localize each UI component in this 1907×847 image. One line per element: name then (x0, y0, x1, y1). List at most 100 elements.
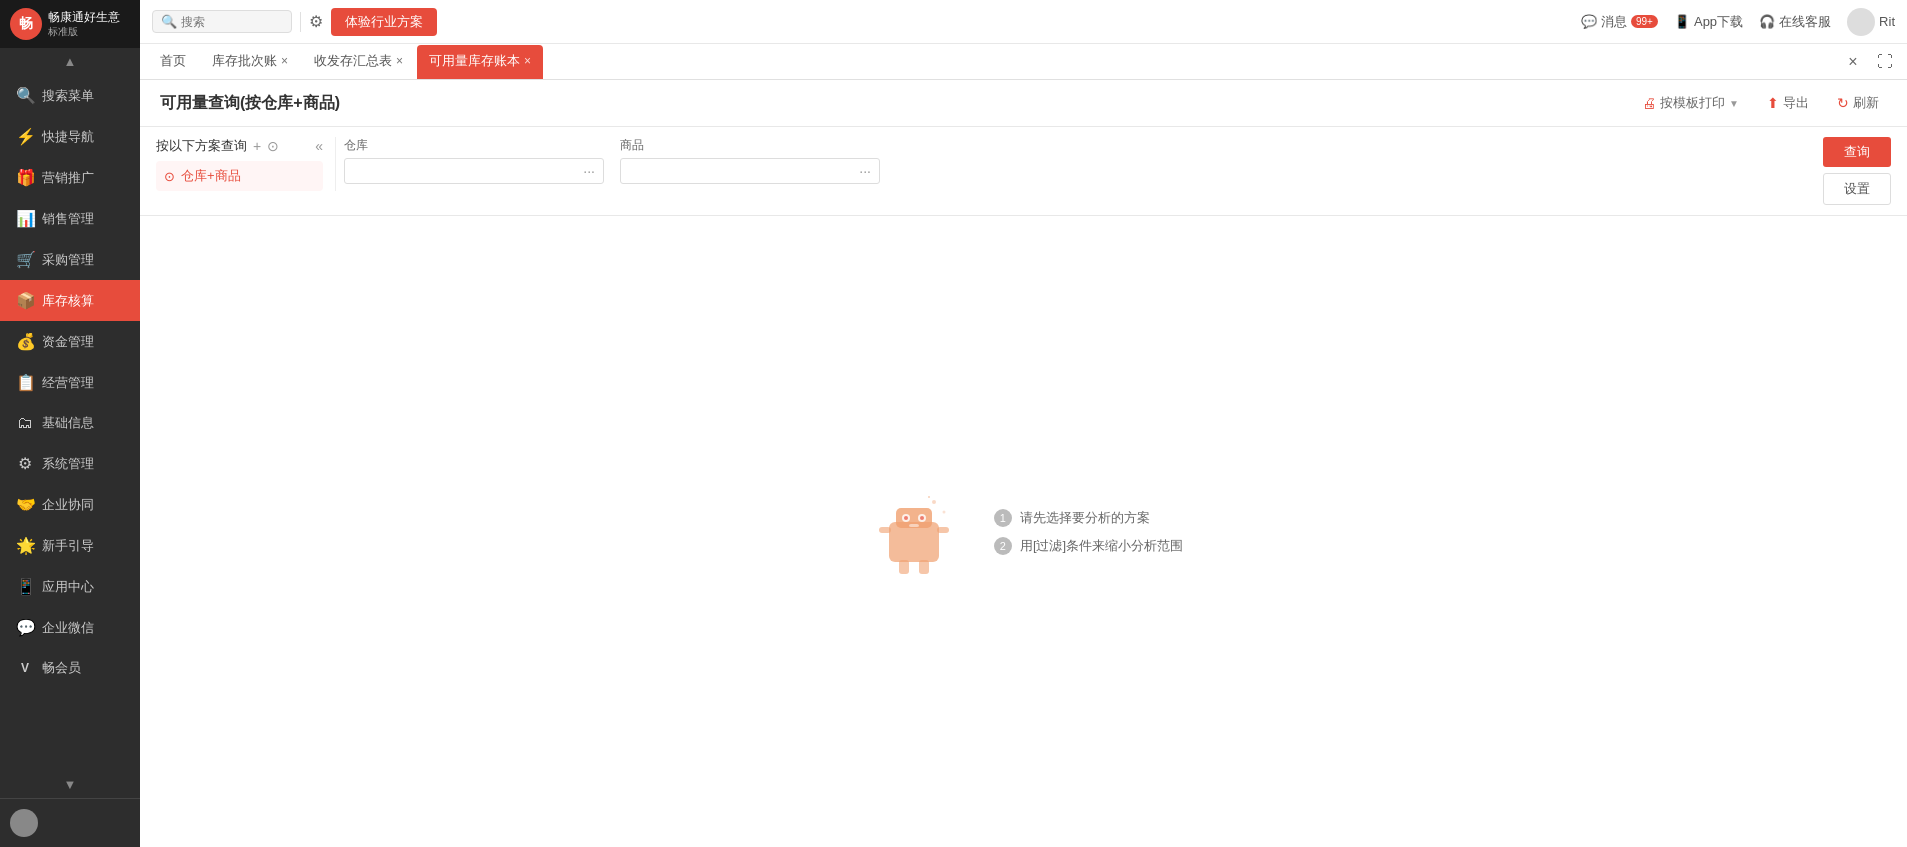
sidebar-scroll-down[interactable]: ▼ (0, 771, 140, 798)
template-print-button[interactable]: 🖨 按模板打印 ▼ (1634, 90, 1747, 116)
app-download-button[interactable]: 📱 App下载 (1674, 13, 1743, 31)
topbar-gear-icon[interactable]: ⚙ (309, 12, 323, 31)
product-more-icon[interactable]: ··· (859, 163, 871, 179)
system-icon: ⚙ (16, 454, 34, 473)
svg-rect-10 (919, 560, 929, 574)
sidebar-item-basic[interactable]: 🗂 基础信息 (0, 403, 140, 443)
topbar-right: 💬 消息 99+ 📱 App下载 🎧 在线客服 Rit (1581, 8, 1895, 36)
template-print-chevron: ▼ (1729, 98, 1739, 109)
sidebar-item-inventory[interactable]: 📦 库存核算 (0, 280, 140, 321)
sidebar-label-sales: 销售管理 (42, 210, 94, 228)
user-avatar (1847, 8, 1875, 36)
tab-batch-account[interactable]: 库存批次账 × (200, 45, 300, 79)
tab-batch-account-close[interactable]: × (281, 54, 288, 68)
app-download-label: App下载 (1694, 13, 1743, 31)
collapse-panel-icon[interactable]: « (315, 138, 323, 154)
sidebar-item-finance[interactable]: 💰 资金管理 (0, 321, 140, 362)
sidebar-item-search[interactable]: 🔍 搜索菜单 (0, 75, 140, 116)
sidebar-label-guide: 新手引导 (42, 537, 94, 555)
sidebar-item-sales[interactable]: 📊 销售管理 (0, 198, 140, 239)
shortcut-icon: ⚡ (16, 127, 34, 146)
filter-settings-button[interactable]: 设置 (1823, 173, 1891, 205)
tab-available-ledger-label: 可用量库存账本 (429, 52, 520, 70)
settings-scheme-icon[interactable]: ⊙ (267, 138, 279, 154)
online-service-label: 在线客服 (1779, 13, 1831, 31)
online-service-button[interactable]: 🎧 在线客服 (1759, 13, 1831, 31)
marketing-icon: 🎁 (16, 168, 34, 187)
app-download-icon: 📱 (1674, 14, 1690, 29)
empty-state: 1 请先选择要分析的方案 2 用[过滤]条件来缩小分析范围 (140, 216, 1907, 847)
empty-tip-1: 1 请先选择要分析的方案 (994, 509, 1183, 527)
sidebar-item-enterprise[interactable]: 🤝 企业协同 (0, 484, 140, 525)
user-menu[interactable]: Rit (1847, 8, 1895, 36)
warehouse-input[interactable] (353, 164, 579, 179)
message-icon: 💬 (1581, 14, 1597, 29)
trial-button[interactable]: 体验行业方案 (331, 8, 437, 36)
topbar-search-input[interactable] (181, 15, 281, 29)
sidebar-item-wechat[interactable]: 💬 企业微信 (0, 607, 140, 648)
sidebar-item-system[interactable]: ⚙ 系统管理 (0, 443, 140, 484)
empty-tip-2: 2 用[过滤]条件来缩小分析范围 (994, 537, 1183, 555)
tab-home[interactable]: 首页 (148, 45, 198, 79)
scheme-label: 按以下方案查询 + ⊙ « (156, 137, 323, 155)
sales-icon: 📊 (16, 209, 34, 228)
empty-robot-illustration (864, 482, 964, 582)
product-field-input-container: ··· (620, 158, 880, 184)
message-button[interactable]: 💬 消息 99+ (1581, 13, 1658, 31)
tip-num-1: 1 (994, 509, 1012, 527)
warehouse-field-label: 仓库 (344, 137, 604, 154)
sidebar-item-app-center[interactable]: 📱 应用中心 (0, 566, 140, 607)
tab-available-ledger[interactable]: 可用量库存账本 × (417, 45, 543, 79)
sidebar-item-guide[interactable]: 🌟 新手引导 (0, 525, 140, 566)
sidebar-label-inventory: 库存核算 (42, 292, 94, 310)
app-name: 畅康通好生意 (48, 10, 120, 26)
basic-icon: 🗂 (16, 414, 34, 432)
scheme-item-icon: ⊙ (164, 169, 175, 184)
member-icon: V (16, 661, 34, 675)
tip-text-1: 请先选择要分析的方案 (1020, 509, 1150, 527)
enterprise-icon: 🤝 (16, 495, 34, 514)
scheme-label-text: 按以下方案查询 (156, 137, 247, 155)
tab-collect-summary-close[interactable]: × (396, 54, 403, 68)
product-field-label: 商品 (620, 137, 880, 154)
sidebar-footer[interactable] (0, 798, 140, 847)
sidebar-user-avatar (10, 809, 38, 837)
sidebar-nav: 🔍 搜索菜单 ⚡ 快捷导航 🎁 营销推广 📊 销售管理 🛒 采购管理 📦 库存核… (0, 75, 140, 771)
tip-num-2: 2 (994, 537, 1012, 555)
svg-rect-7 (879, 527, 891, 533)
sidebar-item-purchase[interactable]: 🛒 采购管理 (0, 239, 140, 280)
export-button[interactable]: ⬆ 导出 (1759, 90, 1817, 116)
query-button[interactable]: 查询 (1823, 137, 1891, 167)
warehouse-more-icon[interactable]: ··· (583, 163, 595, 179)
purchase-icon: 🛒 (16, 250, 34, 269)
svg-point-4 (904, 516, 908, 520)
sidebar-label-app-center: 应用中心 (42, 578, 94, 596)
sidebar: 畅 畅康通好生意 标准版 ▲ 🔍 搜索菜单 ⚡ 快捷导航 🎁 营销推广 📊 销售… (0, 0, 140, 847)
product-input[interactable] (629, 164, 855, 179)
sidebar-label-shortcut: 快捷导航 (42, 128, 94, 146)
export-label: 导出 (1783, 94, 1809, 112)
tab-collect-summary[interactable]: 收发存汇总表 × (302, 45, 415, 79)
tabs-bar: 首页 库存批次账 × 收发存汇总表 × 可用量库存账本 × × ⛶ (140, 44, 1907, 80)
svg-rect-6 (909, 524, 919, 527)
topbar-search-icon: 🔍 (161, 14, 177, 29)
sidebar-scroll-up[interactable]: ▲ (0, 48, 140, 75)
tabs-close-all-button[interactable]: × (1839, 48, 1867, 76)
sidebar-header: 畅 畅康通好生意 标准版 (0, 0, 140, 48)
tab-collect-summary-label: 收发存汇总表 (314, 52, 392, 70)
scheme-item-warehouse-product[interactable]: ⊙ 仓库+商品 (156, 161, 323, 191)
sidebar-label-member: 畅会员 (42, 659, 81, 677)
template-print-label: 按模板打印 (1660, 94, 1725, 112)
tab-available-ledger-close[interactable]: × (524, 54, 531, 68)
sidebar-item-member[interactable]: V 畅会员 (0, 648, 140, 688)
empty-tips: 1 请先选择要分析的方案 2 用[过滤]条件来缩小分析范围 (994, 509, 1183, 555)
filter-fields: 仓库 ··· 商品 ··· (344, 137, 1815, 184)
svg-point-12 (942, 510, 945, 513)
sidebar-item-operations[interactable]: 📋 经营管理 (0, 362, 140, 403)
sidebar-item-marketing[interactable]: 🎁 营销推广 (0, 157, 140, 198)
sidebar-label-purchase: 采购管理 (42, 251, 94, 269)
refresh-button[interactable]: ↻ 刷新 (1829, 90, 1887, 116)
tabs-expand-button[interactable]: ⛶ (1871, 48, 1899, 76)
add-scheme-icon[interactable]: + (253, 138, 261, 154)
sidebar-item-shortcut[interactable]: ⚡ 快捷导航 (0, 116, 140, 157)
